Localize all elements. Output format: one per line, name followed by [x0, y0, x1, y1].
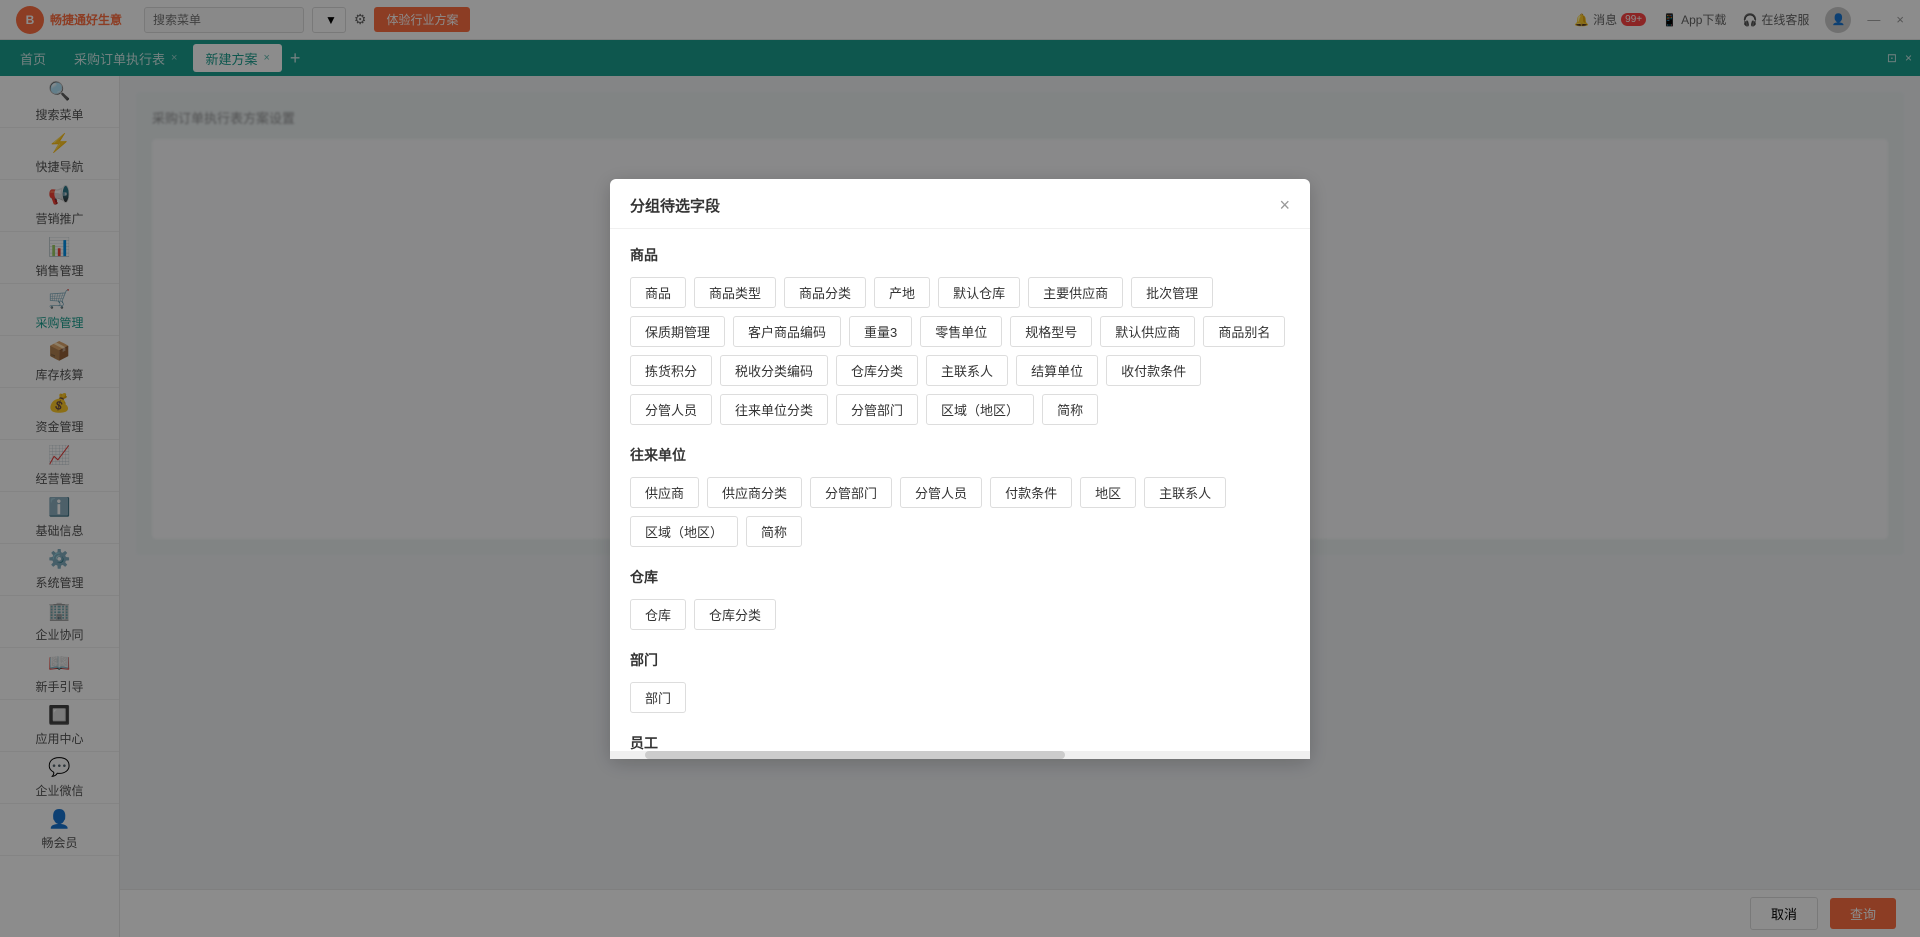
field-tag[interactable]: 规格型号: [1010, 316, 1092, 347]
section-warehouse-tags: 仓库 仓库分类: [630, 599, 1290, 630]
section-employee: 员工 业务员: [630, 733, 1290, 751]
field-tag[interactable]: 商品: [630, 277, 686, 308]
modal-dialog: 分组待选字段 × 商品 商品 商品类型 商品分类 产地 默认仓库 主要供应商 批…: [610, 179, 1310, 759]
field-tag[interactable]: 默认供应商: [1100, 316, 1195, 347]
scrollbar-thumb: [645, 751, 1065, 759]
field-tag[interactable]: 零售单位: [920, 316, 1002, 347]
field-tag[interactable]: 分管部门: [810, 477, 892, 508]
field-tag[interactable]: 付款条件: [990, 477, 1072, 508]
field-tag[interactable]: 仓库分类: [836, 355, 918, 386]
field-tag[interactable]: 收付款条件: [1106, 355, 1201, 386]
section-department-tags: 部门: [630, 682, 1290, 713]
field-tag[interactable]: 产地: [874, 277, 930, 308]
section-department-title: 部门: [630, 650, 1290, 670]
section-product-title: 商品: [630, 245, 1290, 265]
field-tag[interactable]: 保质期管理: [630, 316, 725, 347]
field-tag[interactable]: 分管人员: [900, 477, 982, 508]
field-tag[interactable]: 拣货积分: [630, 355, 712, 386]
section-department: 部门 部门: [630, 650, 1290, 713]
field-tag[interactable]: 商品别名: [1203, 316, 1285, 347]
section-employee-title: 员工: [630, 733, 1290, 751]
field-tag[interactable]: 供应商分类: [707, 477, 802, 508]
field-tag[interactable]: 主联系人: [1144, 477, 1226, 508]
field-tag[interactable]: 商品分类: [784, 277, 866, 308]
field-tag[interactable]: 主要供应商: [1028, 277, 1123, 308]
field-tag[interactable]: 重量3: [849, 316, 912, 347]
field-tag[interactable]: 简称: [1042, 394, 1098, 425]
field-tag[interactable]: 仓库: [630, 599, 686, 630]
section-partner-title: 往来单位: [630, 445, 1290, 465]
field-tag[interactable]: 客户商品编码: [733, 316, 841, 347]
section-warehouse: 仓库 仓库 仓库分类: [630, 567, 1290, 630]
section-partner-tags: 供应商 供应商分类 分管部门 分管人员 付款条件 地区 主联系人 区域（地区） …: [630, 477, 1290, 547]
field-tag[interactable]: 区域（地区）: [630, 516, 738, 547]
field-tag[interactable]: 仓库分类: [694, 599, 776, 630]
field-tag[interactable]: 地区: [1080, 477, 1136, 508]
modal-close-button[interactable]: ×: [1279, 195, 1290, 216]
field-tag[interactable]: 供应商: [630, 477, 699, 508]
field-tag[interactable]: 区域（地区）: [926, 394, 1034, 425]
field-tag[interactable]: 主联系人: [926, 355, 1008, 386]
section-partner: 往来单位 供应商 供应商分类 分管部门 分管人员 付款条件 地区 主联系人 区域…: [630, 445, 1290, 547]
field-tag[interactable]: 默认仓库: [938, 277, 1020, 308]
field-tag[interactable]: 分管人员: [630, 394, 712, 425]
modal-title: 分组待选字段: [630, 195, 720, 216]
field-tag[interactable]: 商品类型: [694, 277, 776, 308]
field-tag[interactable]: 简称: [746, 516, 802, 547]
modal-overlay: 分组待选字段 × 商品 商品 商品类型 商品分类 产地 默认仓库 主要供应商 批…: [0, 0, 1920, 937]
field-tag[interactable]: 税收分类编码: [720, 355, 828, 386]
field-tag[interactable]: 部门: [630, 682, 686, 713]
section-product-tags: 商品 商品类型 商品分类 产地 默认仓库 主要供应商 批次管理 保质期管理 客户…: [630, 277, 1290, 425]
field-tag[interactable]: 批次管理: [1131, 277, 1213, 308]
modal-horizontal-scrollbar[interactable]: [610, 751, 1310, 759]
field-tag[interactable]: 往来单位分类: [720, 394, 828, 425]
modal-header: 分组待选字段 ×: [610, 179, 1310, 229]
section-product: 商品 商品 商品类型 商品分类 产地 默认仓库 主要供应商 批次管理 保质期管理…: [630, 245, 1290, 425]
section-warehouse-title: 仓库: [630, 567, 1290, 587]
field-tag[interactable]: 结算单位: [1016, 355, 1098, 386]
field-tag[interactable]: 分管部门: [836, 394, 918, 425]
modal-body: 商品 商品 商品类型 商品分类 产地 默认仓库 主要供应商 批次管理 保质期管理…: [610, 229, 1310, 751]
